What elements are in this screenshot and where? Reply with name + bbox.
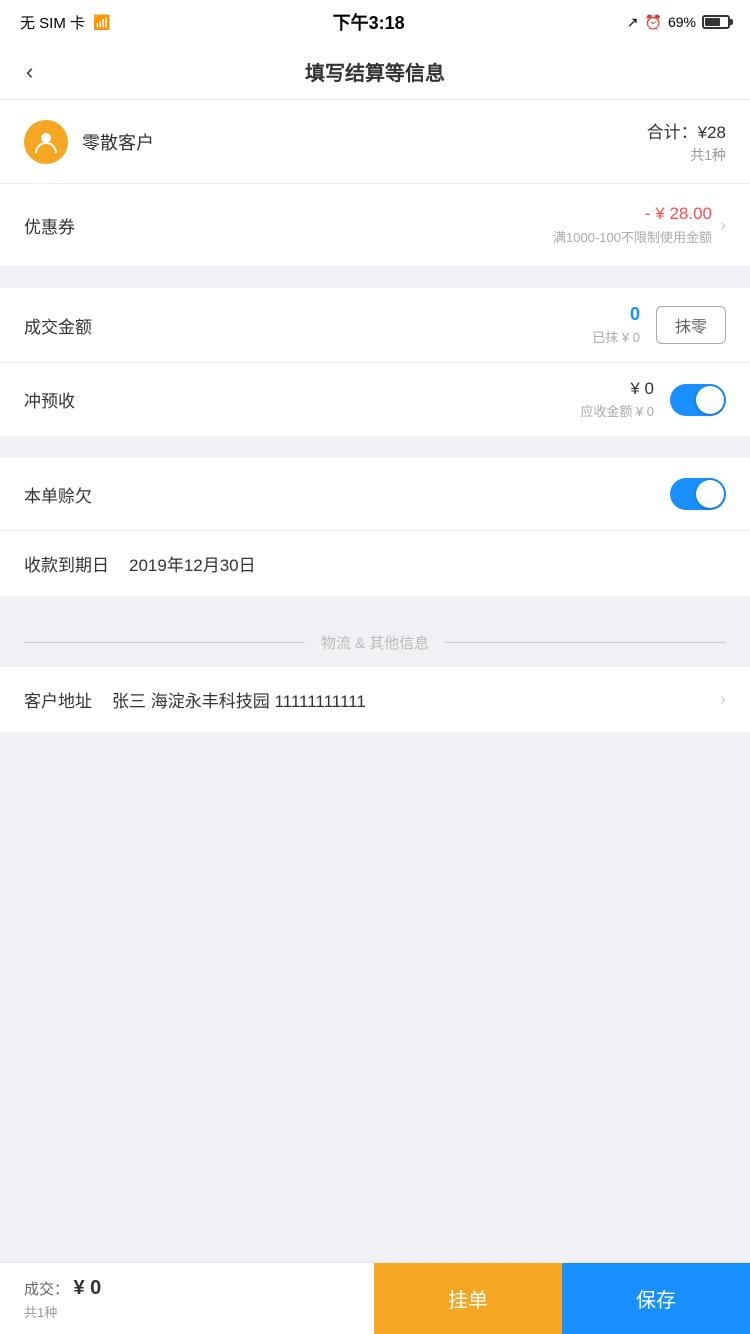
coupon-right: - ¥ 28.00 满1000-100不限制使用金额 › [553,204,726,246]
customer-section: 零散客户 合计：¥28 共1种 优惠券 - ¥ 28.00 满1000-100不… [0,100,750,266]
customer-name: 零散客户 [82,129,154,155]
nav-bar: ‹ 填写结算等信息 [0,44,750,100]
alarm-icon: ⏰ [645,14,662,31]
customer-avatar [24,120,68,164]
logistics-title: 物流 & 其他信息 [305,632,445,653]
deal-section: 成交金额 0 已抹 ¥ 0 抹零 冲预收 ¥ 0 应收金额 ¥ 0 [0,288,750,436]
logistics-line-right [445,642,726,643]
coupon-discount: - ¥ 28.00 [553,204,712,224]
total-amount: 合计：¥28 [647,118,726,143]
advance-amount-value: ¥ 0 [580,379,654,399]
coupon-desc: 满1000-100不限制使用金额 [553,227,712,246]
address-value: 张三 海淀永丰科技园 11111111111 [112,687,720,712]
advance-row: 冲预收 ¥ 0 应收金额 ¥ 0 [0,362,750,436]
deal-amount-sub: 已抹 ¥ 0 [592,327,640,346]
coupon-label: 优惠券 [24,213,75,238]
toggle-knob [696,386,724,414]
address-section: 客户地址 张三 海淀永丰科技园 11111111111 › [0,667,750,732]
deal-right: 0 已抹 ¥ 0 抹零 [592,304,726,346]
battery-fill [705,18,720,26]
status-right: ↗ ⏰ 69% [627,14,730,31]
battery-percent: 69% [668,14,696,30]
save-button[interactable]: 保存 [562,1263,750,1334]
divider-3 [0,606,750,618]
advance-amount-sub: 应收金额 ¥ 0 [580,401,654,420]
deal-amount-row: 成交金额 0 已抹 ¥ 0 抹零 [0,288,750,362]
logistics-line-left [24,642,305,643]
bottom-count: 共1种 [24,1302,350,1321]
status-bar: 无 SIM 卡 📶 下午3:18 ↗ ⏰ 69% [0,0,750,44]
divider-1 [0,276,750,288]
advance-right: ¥ 0 应收金额 ¥ 0 [580,379,726,420]
divider-2 [0,446,750,458]
bottom-bar: 成交： ¥ 0 共1种 挂单 保存 [0,1262,750,1334]
credit-row: 本单赊欠 [0,458,750,530]
deal-amount-col: 0 已抹 ¥ 0 [592,304,640,346]
due-date-value: 2019年12月30日 [129,551,256,576]
chevron-right-icon: › [720,215,726,236]
deal-amount-value: 0 [592,304,640,325]
credit-section: 本单赊欠 收款到期日 2019年12月30日 [0,458,750,596]
page-title: 填写结算等信息 [305,57,445,86]
customer-total: 合计：¥28 共1种 [647,118,726,165]
customer-row: 零散客户 合计：¥28 共1种 [0,100,750,183]
back-button[interactable]: ‹ [16,49,43,95]
credit-toggle[interactable] [670,478,726,510]
deal-amount-label: 成交金额 [24,313,92,338]
hold-button[interactable]: 挂单 [374,1263,562,1334]
wifi-icon: 📶 [93,14,110,31]
coupon-detail: - ¥ 28.00 满1000-100不限制使用金额 [553,204,712,246]
no-sim-text: 无 SIM 卡 [20,12,85,33]
coupon-row[interactable]: 优惠券 - ¥ 28.00 满1000-100不限制使用金额 › [0,183,750,266]
advance-amount-col: ¥ 0 应收金额 ¥ 0 [580,379,654,420]
battery-icon [702,15,730,29]
round-zero-button[interactable]: 抹零 [656,306,726,344]
bottom-deal-row: 成交： ¥ 0 [24,1277,350,1300]
address-chevron-icon: › [720,689,726,710]
location-icon: ↗ [627,14,639,31]
due-date-label: 收款到期日 [24,551,109,576]
due-date-row: 收款到期日 2019年12月30日 [0,530,750,596]
bottom-summary: 成交： ¥ 0 共1种 [0,1277,374,1321]
logistics-header: 物流 & 其他信息 [0,618,750,667]
advance-toggle[interactable] [670,384,726,416]
status-time: 下午3:18 [333,9,405,35]
total-count: 共1种 [647,145,726,165]
advance-label: 冲预收 [24,387,75,412]
status-left: 无 SIM 卡 📶 [20,12,110,33]
bottom-spacer [0,742,750,922]
credit-toggle-knob [696,480,724,508]
bottom-deal-amount: ¥ 0 [73,1277,101,1299]
address-label: 客户地址 [24,687,92,712]
address-row[interactable]: 客户地址 张三 海淀永丰科技园 11111111111 › [0,667,750,732]
customer-left: 零散客户 [24,120,154,164]
credit-label: 本单赊欠 [24,482,92,507]
bottom-deal-label: 成交： [24,1281,69,1298]
